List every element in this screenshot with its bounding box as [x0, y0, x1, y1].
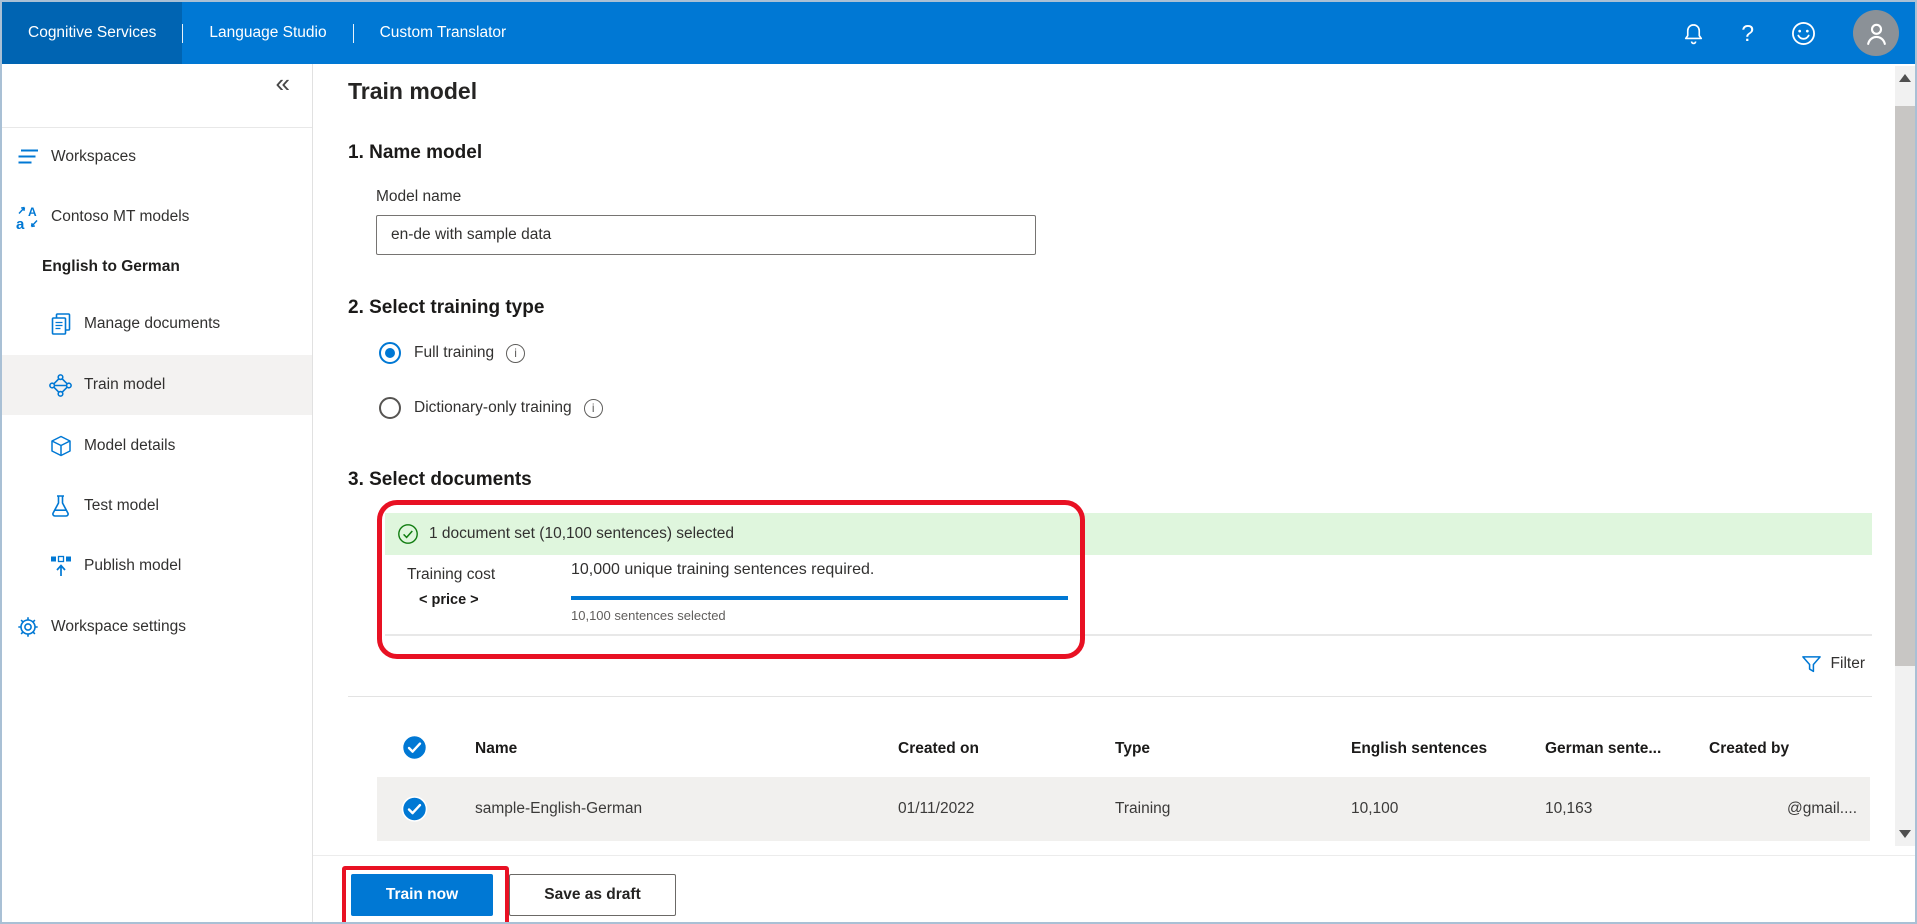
translator-icon: a A [14, 204, 41, 230]
top-navigation-bar: Cognitive Services Language Studio Custo… [2, 2, 1915, 64]
sentence-progress-bar [571, 596, 1068, 600]
feedback-smiley-icon[interactable] [1790, 20, 1817, 47]
language-studio-link[interactable]: Language Studio [183, 24, 352, 42]
custom-translator-link[interactable]: Custom Translator [354, 24, 533, 42]
column-header-english-sentences[interactable]: English sentences [1351, 740, 1487, 758]
select-documents-heading: 3. Select documents [348, 469, 532, 490]
filter-button[interactable]: Filter [1801, 654, 1865, 674]
filter-funnel-icon [1801, 654, 1822, 674]
page-title: Train model [348, 78, 478, 104]
column-header-created-on[interactable]: Created on [898, 740, 979, 758]
test-model-icon [47, 494, 74, 518]
sidebar-collapse-button[interactable]: « [276, 70, 290, 96]
cell-name: sample-English-German [475, 800, 643, 817]
model-details-icon [47, 434, 74, 458]
scroll-down-arrow-icon[interactable] [1899, 830, 1911, 838]
sidebar-item-workspaces[interactable]: Workspaces [2, 127, 312, 187]
topbar-actions: ? [1682, 10, 1915, 56]
column-header-type[interactable]: Type [1115, 740, 1150, 758]
sidebar-item-model-details[interactable]: Model details [2, 416, 312, 476]
column-header-german-sentences[interactable]: German sente... [1545, 740, 1661, 758]
column-header-created-by[interactable]: Created by [1709, 740, 1789, 758]
sidebar-item-language-pair: English to German [42, 258, 180, 275]
filter-label: Filter [1830, 655, 1865, 672]
radio-unselected-icon[interactable] [379, 397, 401, 419]
radio-full-training[interactable]: Full training i [379, 342, 526, 364]
column-header-name[interactable]: Name [475, 740, 517, 758]
sidebar-item-manage-documents[interactable]: Manage documents [2, 294, 312, 354]
radio-dictionary-only-training[interactable]: Dictionary-only training i [379, 397, 603, 419]
info-icon[interactable]: i [506, 343, 526, 363]
sidebar-item-publish-model[interactable]: Publish model [2, 536, 312, 596]
footer-divider [313, 855, 1915, 856]
radio-label: Dictionary-only training [414, 399, 572, 416]
name-model-heading: 1. Name model [348, 142, 483, 163]
train-now-button[interactable]: Train now [351, 874, 493, 916]
table-top-divider [348, 696, 1872, 697]
cell-type: Training [1115, 800, 1171, 817]
vertical-scrollbar[interactable] [1895, 66, 1915, 846]
scrollbar-thumb[interactable] [1895, 106, 1915, 666]
train-model-icon [47, 373, 74, 398]
svg-text:a: a [16, 216, 25, 230]
cognitive-services-home[interactable]: Cognitive Services [2, 2, 183, 64]
workspaces-icon [14, 146, 41, 168]
account-avatar[interactable] [1853, 10, 1899, 56]
sidebar-navigation: « Workspaces a A Contoso MT models Engli… [2, 64, 313, 922]
model-name-label: Model name [376, 188, 462, 205]
notifications-bell-icon[interactable] [1682, 21, 1705, 46]
selection-banner-text: 1 document set (10,100 sentences) select… [429, 525, 735, 542]
training-cost-panel: Training cost < price > 10,000 unique tr… [385, 555, 1872, 636]
help-icon[interactable]: ? [1741, 21, 1754, 45]
selected-sentences-text: 10,100 sentences selected [571, 608, 726, 623]
svg-text:A: A [28, 205, 37, 219]
training-cost-label: Training cost [407, 566, 496, 583]
required-sentences-text: 10,000 unique training sentences require… [571, 561, 875, 578]
person-icon [1866, 23, 1886, 45]
selection-success-banner: 1 document set (10,100 sentences) select… [385, 513, 1872, 555]
table-row[interactable]: sample-English-German 01/11/2022 Trainin… [377, 777, 1870, 841]
scroll-up-arrow-icon[interactable] [1899, 74, 1911, 82]
sidebar-item-train-model[interactable]: Train model [2, 355, 312, 415]
price-placeholder: < price > [419, 592, 479, 608]
app-window: Cognitive Services Language Studio Custo… [0, 0, 1917, 924]
sidebar-item-workspace-settings[interactable]: Workspace settings [2, 597, 312, 657]
manage-documents-icon [47, 312, 74, 336]
select-all-checkbox[interactable] [401, 734, 428, 761]
training-type-heading: 2. Select training type [348, 297, 545, 318]
publish-model-icon [47, 554, 74, 578]
main-content: Train model 1. Name model Model name 2. … [313, 64, 1915, 922]
cell-english-sentences: 10,100 [1351, 800, 1399, 817]
sidebar-item-test-model[interactable]: Test model [2, 476, 312, 536]
gear-icon [14, 615, 41, 639]
brand-label: Cognitive Services [28, 24, 157, 41]
save-as-draft-button[interactable]: Save as draft [509, 874, 676, 916]
info-icon[interactable]: i [583, 398, 603, 418]
model-name-input[interactable] [376, 215, 1036, 255]
success-check-icon [397, 523, 419, 545]
row-checkbox[interactable] [401, 796, 428, 823]
cell-created-on: 01/11/2022 [898, 800, 975, 817]
radio-label: Full training [414, 344, 495, 361]
cell-created-by: @gmail.... [1787, 800, 1857, 817]
cell-german-sentences: 10,163 [1545, 800, 1593, 817]
radio-selected-icon[interactable] [379, 342, 401, 364]
